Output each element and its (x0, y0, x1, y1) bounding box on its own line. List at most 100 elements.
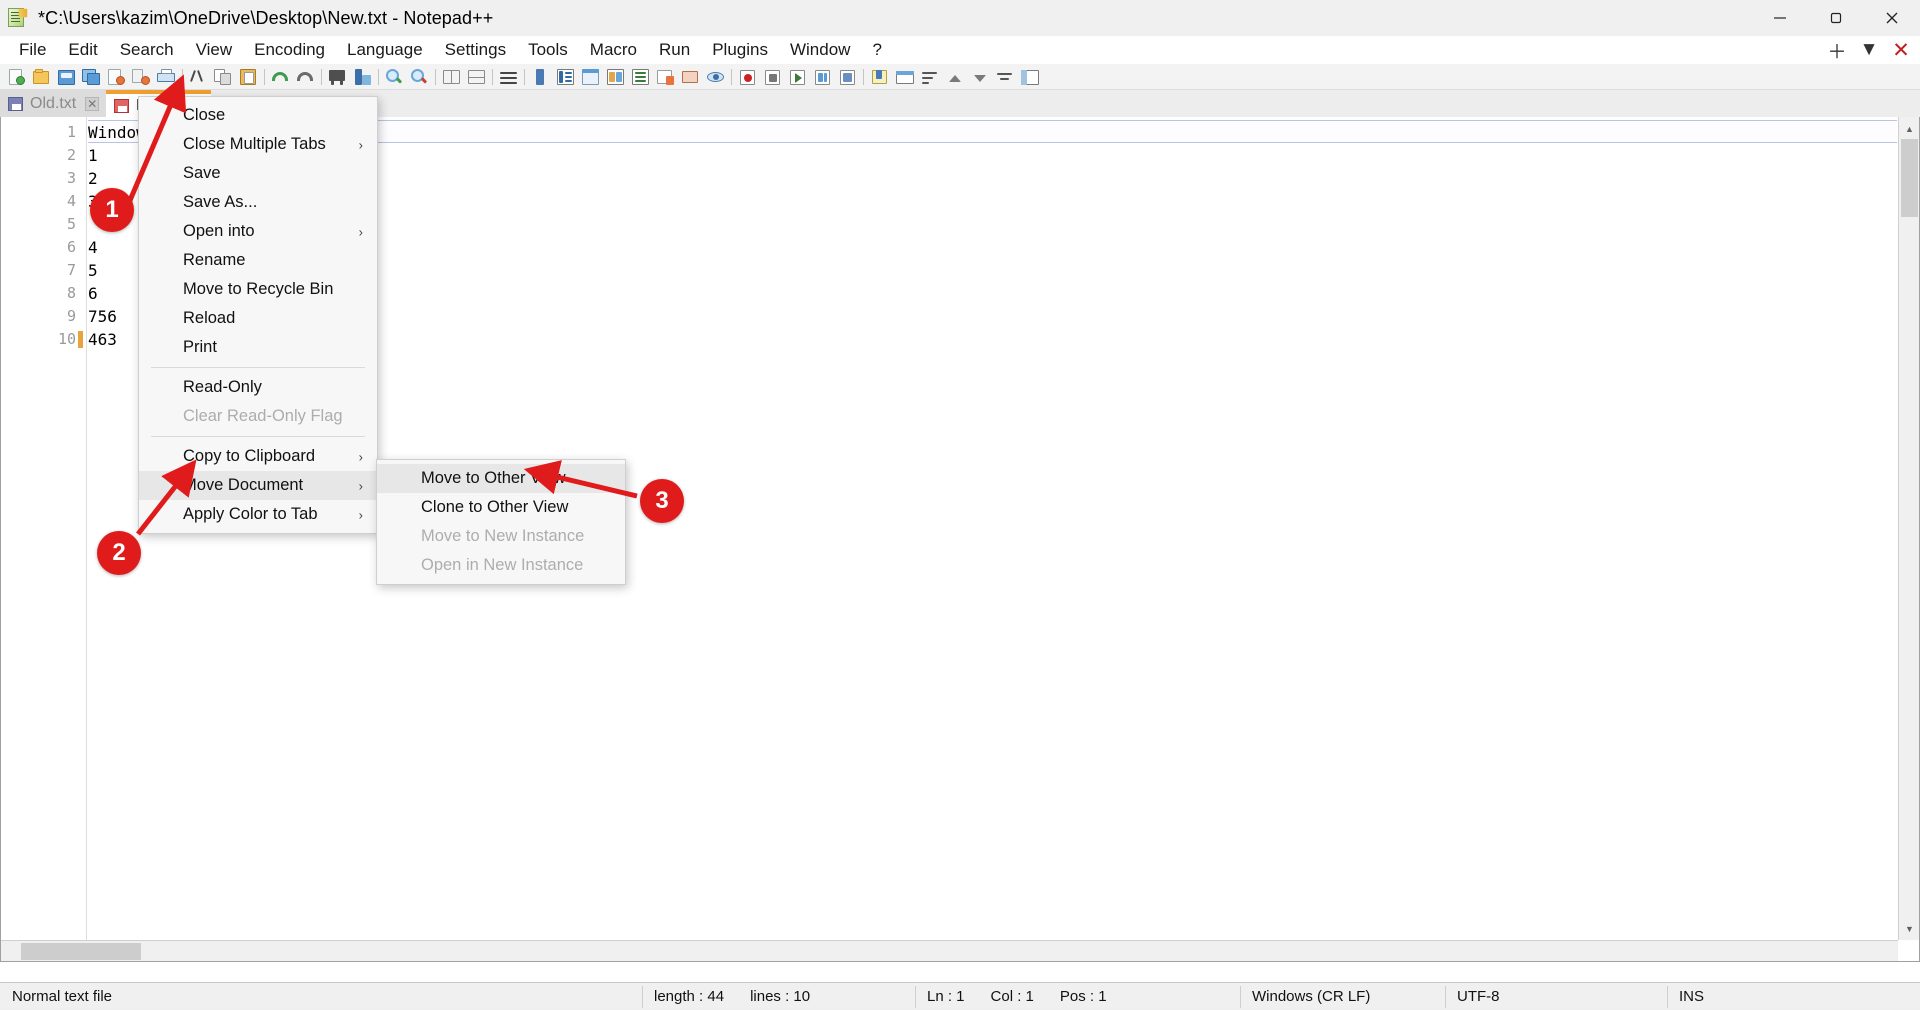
horizontal-scroll-thumb[interactable] (21, 943, 141, 960)
run-multiple-macro-icon[interactable] (811, 66, 834, 88)
menu-item-label: Close Multiple Tabs (183, 135, 326, 154)
sort-lines-icon[interactable] (918, 66, 941, 88)
menu-item-label: Save As... (183, 193, 257, 212)
status-length: length : 44 (654, 988, 724, 1005)
show-indent-guide-icon[interactable] (554, 66, 577, 88)
panel-toggle-icon[interactable] (1018, 66, 1041, 88)
menu-file[interactable]: File (8, 37, 57, 63)
stop-macro-icon[interactable] (761, 66, 784, 88)
code-line: 6 (88, 282, 98, 305)
print-icon[interactable] (155, 66, 178, 88)
fold-all-icon[interactable] (993, 66, 1016, 88)
menu-item-copy-to-clipboard[interactable]: Copy to Clipboard› (139, 442, 377, 471)
zoom-out-icon[interactable] (408, 66, 431, 88)
menu-tools[interactable]: Tools (517, 37, 579, 63)
saved-file-icon (8, 97, 23, 111)
status-insert-mode: INS (1667, 983, 1920, 1011)
scroll-up-icon[interactable]: ▲ (1901, 120, 1918, 137)
add-tab-icon[interactable]: ＋ (1822, 36, 1852, 64)
menu-item-label: Apply Color to Tab (183, 505, 318, 524)
notepad-plus-plus-icon (7, 7, 29, 29)
menu-encoding[interactable]: Encoding (243, 37, 336, 63)
toolbar (0, 64, 1920, 90)
tab-old-txt[interactable]: Old.txt ✕ (0, 90, 106, 117)
bookmark-icon[interactable] (868, 66, 891, 88)
close-all-icon[interactable] (130, 66, 153, 88)
status-col: Col : 1 (991, 988, 1034, 1005)
word-wrap-icon[interactable] (497, 66, 520, 88)
undo-icon[interactable] (269, 66, 292, 88)
minimize-button[interactable] (1752, 0, 1808, 36)
menu-item-rename[interactable]: Rename (139, 246, 377, 275)
vertical-scrollbar[interactable]: ▲ ▼ (1898, 117, 1919, 940)
menu-view[interactable]: View (185, 37, 244, 63)
vertical-scroll-thumb[interactable] (1901, 139, 1918, 217)
status-length-lines: length : 44 lines : 10 (642, 983, 915, 1011)
expand-down-icon[interactable] (968, 66, 991, 88)
replace-icon[interactable] (351, 66, 374, 88)
move-document-submenu[interactable]: Move to Other View Clone to Other View M… (376, 459, 626, 585)
menu-item-print[interactable]: Print (139, 333, 377, 362)
menu-item-clear-read-only-flag: Clear Read-Only Flag (139, 402, 377, 431)
open-file-icon[interactable] (30, 66, 53, 88)
menu-item-label: Open in New Instance (421, 556, 583, 575)
user-defined-dialog-icon[interactable] (579, 66, 602, 88)
menu-item-move-to-recycle-bin[interactable]: Move to Recycle Bin (139, 275, 377, 304)
scroll-down-icon[interactable]: ▼ (1901, 920, 1918, 937)
chevron-down-icon[interactable]: ▼ (1854, 36, 1884, 64)
save-all-icon[interactable] (80, 66, 103, 88)
close-document-icon[interactable]: ✕ (1886, 36, 1916, 64)
redo-icon[interactable] (294, 66, 317, 88)
play-macro-icon[interactable] (786, 66, 809, 88)
menu-macro[interactable]: Macro (579, 37, 648, 63)
menu-item-close-multiple-tabs[interactable]: Close Multiple Tabs› (139, 130, 377, 159)
sync-vertical-scroll-icon[interactable] (440, 66, 463, 88)
show-tabs-icon[interactable] (893, 66, 916, 88)
maximize-button[interactable] (1808, 0, 1864, 36)
menu-item-label: Reload (183, 309, 235, 328)
menu-item-save-as[interactable]: Save As... (139, 188, 377, 217)
fold-margin[interactable] (74, 117, 87, 961)
save-macro-icon[interactable] (836, 66, 859, 88)
close-button[interactable] (1864, 0, 1920, 36)
document-map-icon[interactable] (604, 66, 627, 88)
menu-edit[interactable]: Edit (57, 37, 108, 63)
menu-window[interactable]: Window (779, 37, 861, 63)
tab-context-menu[interactable]: Close Close Multiple Tabs› Save Save As.… (138, 96, 378, 534)
record-macro-icon[interactable] (736, 66, 759, 88)
copy-icon[interactable] (212, 66, 235, 88)
new-file-icon[interactable] (5, 66, 28, 88)
find-icon[interactable] (326, 66, 349, 88)
save-icon[interactable] (55, 66, 78, 88)
menu-item-save[interactable]: Save (139, 159, 377, 188)
show-all-characters-icon[interactable] (529, 66, 552, 88)
monitoring-icon[interactable] (679, 66, 702, 88)
zoom-in-icon[interactable] (383, 66, 406, 88)
menu-item-read-only[interactable]: Read-Only (139, 373, 377, 402)
function-list-icon[interactable] (629, 66, 652, 88)
cut-icon[interactable] (187, 66, 210, 88)
horizontal-scrollbar[interactable] (1, 940, 1898, 961)
menu-item-close[interactable]: Close (139, 101, 377, 130)
menu-item-move-document[interactable]: Move Document› (139, 471, 377, 500)
close-file-icon[interactable] (105, 66, 128, 88)
menu-run[interactable]: Run (648, 37, 701, 63)
menu-item-open-into[interactable]: Open into› (139, 217, 377, 246)
preview-icon[interactable] (704, 66, 727, 88)
menu-settings[interactable]: Settings (434, 37, 517, 63)
menu-separator (151, 367, 365, 368)
menu-item-reload[interactable]: Reload (139, 304, 377, 333)
folder-as-workspace-icon[interactable] (654, 66, 677, 88)
menu-item-apply-color-to-tab[interactable]: Apply Color to Tab› (139, 500, 377, 529)
paste-icon[interactable] (237, 66, 260, 88)
collapse-up-icon[interactable] (943, 66, 966, 88)
menu-help[interactable]: ? (861, 37, 892, 63)
sync-horizontal-scroll-icon[interactable] (465, 66, 488, 88)
menu-language[interactable]: Language (336, 37, 434, 63)
submenu-item-move-to-other-view[interactable]: Move to Other View (377, 464, 625, 493)
status-ln: Ln : 1 (927, 988, 965, 1005)
tab-close-icon[interactable]: ✕ (85, 97, 99, 111)
menu-search[interactable]: Search (109, 37, 185, 63)
submenu-item-clone-to-other-view[interactable]: Clone to Other View (377, 493, 625, 522)
menu-plugins[interactable]: Plugins (701, 37, 779, 63)
